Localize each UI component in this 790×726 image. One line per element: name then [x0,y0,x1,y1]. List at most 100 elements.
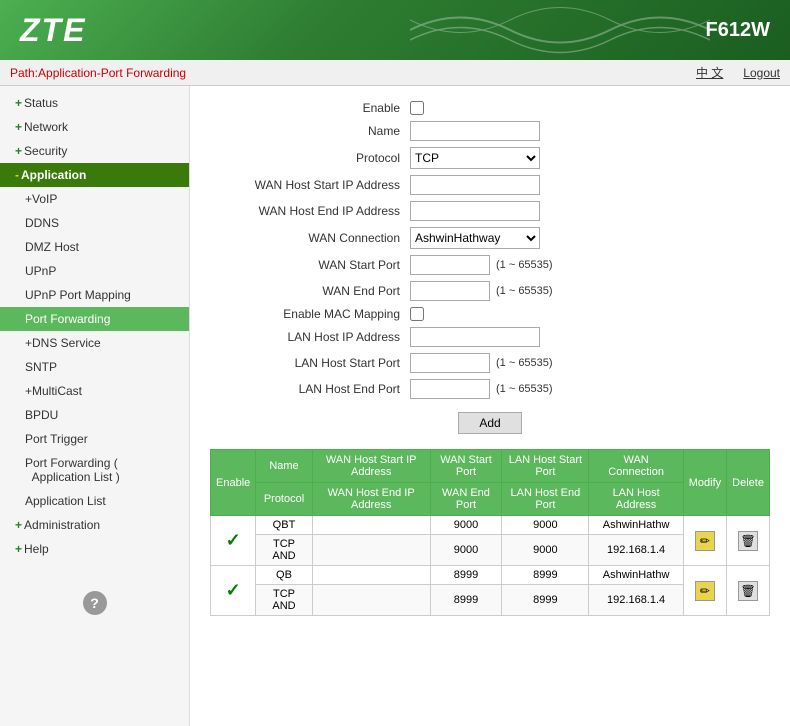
sidebar-item-bpdu[interactable]: BPDU [0,403,189,427]
wan-connection-label: WAN Connection [210,231,410,245]
wan-connection-select[interactable]: AshwinHathway [410,227,540,249]
row2-name: QB [256,566,312,585]
sidebar: +Status +Network +Security - Application … [0,86,190,726]
sidebar-item-help[interactable]: +Help [0,537,189,561]
sidebar-item-applist[interactable]: Application List [0,489,189,513]
row1-enable: ✓ [211,516,256,566]
sidebar-item-portforwarding[interactable]: Port Forwarding [0,307,189,331]
table-row: ✓ QBT 9000 9000 AshwinHathw ✏ 🗑 [211,516,770,535]
logo: ZTE [20,12,86,49]
wan-host-start-row: WAN Host Start IP Address [210,175,770,195]
th-wan-start-port: WAN Start Port [430,450,502,483]
breadcrumb: Path:Application-Port Forwarding [10,66,186,80]
top-nav-right: 中 文 Logout [696,64,780,81]
breadcrumb-prefix: Path:Application- [10,66,101,80]
lan-host-start-input[interactable] [410,353,490,373]
lan-host-start-row: LAN Host Start Port (1 ~ 65535) [210,353,770,373]
th-wan-host-end: WAN Host End IP Address [312,483,430,516]
model-label: F612W [706,19,770,42]
wan-end-port-input[interactable] [410,281,490,301]
sidebar-help: ? [0,581,189,625]
sidebar-item-ddns[interactable]: DDNS [0,211,189,235]
delete-icon[interactable]: 🗑 [738,531,758,551]
wan-connection-row: WAN Connection AshwinHathway [210,227,770,249]
sidebar-item-network[interactable]: +Network [0,115,189,139]
help-button[interactable]: ? [83,591,107,615]
plus-icon: + [15,96,22,110]
sidebar-item-upnpportmapping[interactable]: UPnP Port Mapping [0,283,189,307]
th-wan-host-start: WAN Host Start IP Address [312,450,430,483]
row2-lan-start-port: 8999 [502,566,589,585]
row2-lan-host-address: 192.168.1.4 [589,585,683,616]
port-hint-4: (1 ~ 65535) [496,383,553,395]
row2-wan-host-end [312,585,430,616]
row1-lan-end-port: 9000 [502,535,589,566]
lan-host-end-row: LAN Host End Port (1 ~ 65535) [210,379,770,399]
wan-host-end-row: WAN Host End IP Address [210,201,770,221]
enable-mac-checkbox[interactable] [410,307,424,321]
edit-icon[interactable]: ✏ [695,581,715,601]
top-nav: Path:Application-Port Forwarding 中 文 Log… [0,60,790,86]
enable-mac-label: Enable MAC Mapping [210,307,410,321]
lang-button[interactable]: 中 文 [696,64,723,81]
protocol-label: Protocol [210,151,410,165]
lan-host-end-input[interactable] [410,379,490,399]
enable-checkbox[interactable] [410,101,424,115]
sidebar-item-dmzhost[interactable]: DMZ Host [0,235,189,259]
row1-protocol: TCP AND [256,535,312,566]
table-section: Enable Name WAN Host Start IP Address WA… [210,449,770,616]
plus-icon: + [15,542,22,556]
header-wave-decoration [410,0,710,60]
sidebar-item-voip[interactable]: +VoIP [0,187,189,211]
breadcrumb-highlight: Port Forwarding [101,66,186,80]
port-hint-2: (1 ~ 65535) [496,285,553,297]
edit-icon[interactable]: ✏ [695,531,715,551]
row1-delete[interactable]: 🗑 [727,516,770,566]
checkmark-icon: ✓ [226,580,241,600]
sidebar-item-upnp[interactable]: UPnP [0,259,189,283]
sidebar-item-application[interactable]: -Application [0,163,189,187]
row2-delete[interactable]: 🗑 [727,566,770,616]
lan-host-start-label: LAN Host Start Port [210,356,410,370]
sidebar-item-sntp[interactable]: SNTP [0,355,189,379]
port-hint-1: (1 ~ 65535) [496,259,553,271]
row2-lan-end-port: 8999 [502,585,589,616]
row1-name: QBT [256,516,312,535]
row2-modify[interactable]: ✏ [683,566,726,616]
sidebar-item-multicast[interactable]: +MultiCast [0,379,189,403]
main-layout: +Status +Network +Security - Application … [0,86,790,726]
wan-host-start-label: WAN Host Start IP Address [210,178,410,192]
lan-host-end-label: LAN Host End Port [210,382,410,396]
name-label: Name [210,124,410,138]
delete-icon[interactable]: 🗑 [738,581,758,601]
th-wan-connection: WAN Connection [589,450,683,483]
sidebar-item-pfapplist[interactable]: Port Forwarding ( Application List ) [0,451,189,489]
wan-start-port-input[interactable] [410,255,490,275]
row1-modify[interactable]: ✏ [683,516,726,566]
add-button[interactable]: Add [458,412,521,434]
sidebar-item-dnsservice[interactable]: +DNS Service [0,331,189,355]
th-delete: Delete [727,450,770,516]
protocol-select[interactable]: TCP UDP TCP AND UDP [410,147,540,169]
row1-wan-start-port: 9000 [430,516,502,535]
th-protocol: Protocol [256,483,312,516]
port-forwarding-table: Enable Name WAN Host Start IP Address WA… [210,449,770,616]
row1-lan-host-address: 192.168.1.4 [589,535,683,566]
th-name: Name [256,450,312,483]
sidebar-item-administration[interactable]: +Administration [0,513,189,537]
th-enable: Enable [211,450,256,516]
wan-host-end-input[interactable] [410,201,540,221]
port-hint-3: (1 ~ 65535) [496,357,553,369]
minus-icon: - [15,168,19,182]
logout-button[interactable]: Logout [743,66,780,80]
checkmark-icon: ✓ [226,530,241,550]
enable-row: Enable [210,101,770,115]
plus-icon: + [15,518,22,532]
sidebar-item-status[interactable]: +Status [0,91,189,115]
protocol-row: Protocol TCP UDP TCP AND UDP [210,147,770,169]
sidebar-item-security[interactable]: +Security [0,139,189,163]
wan-host-start-input[interactable] [410,175,540,195]
name-input[interactable] [410,121,540,141]
sidebar-item-porttrigger[interactable]: Port Trigger [0,427,189,451]
lan-host-ip-input[interactable] [410,327,540,347]
